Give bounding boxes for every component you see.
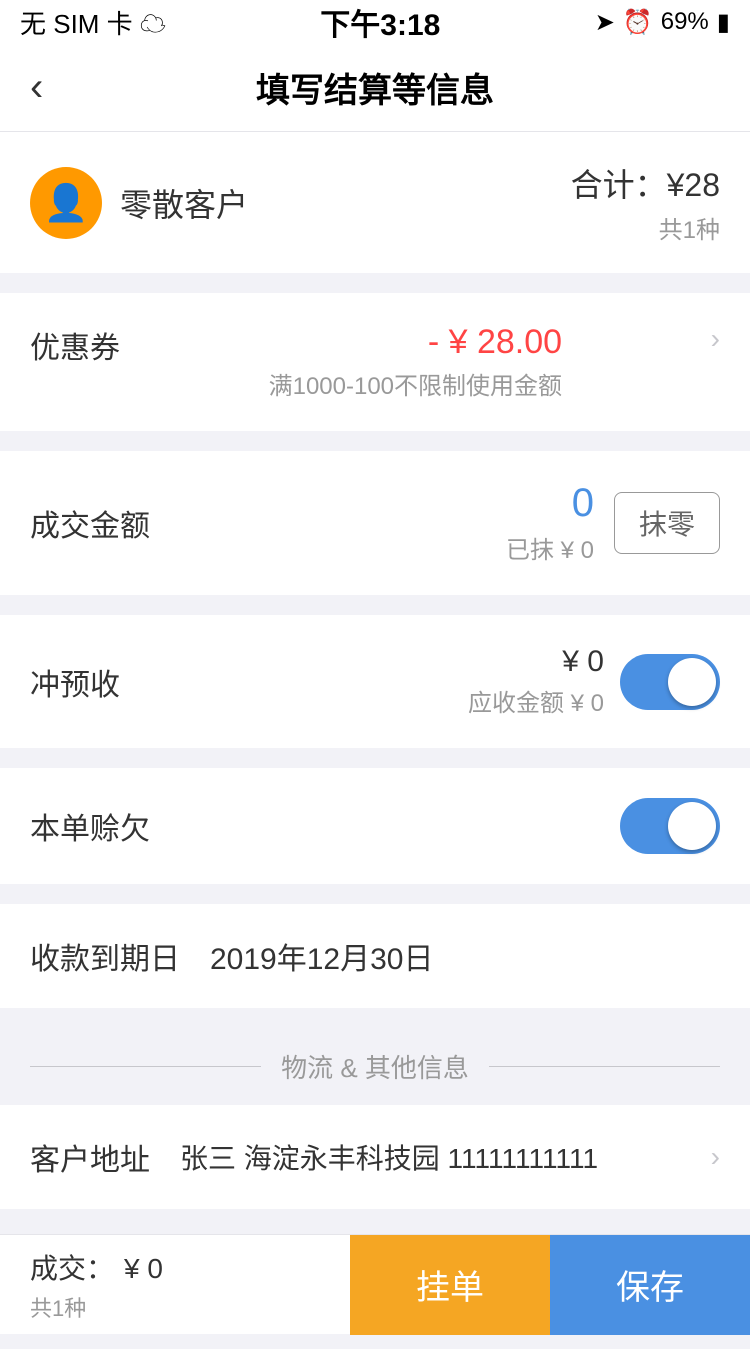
amount-value: 0	[506, 481, 594, 526]
credit-toggle[interactable]	[620, 798, 720, 854]
customer-right: 合计：¥28 共1种	[571, 160, 720, 245]
main-content: 👤 零散客户 合计：¥28 共1种 优惠券 - ¥ 28.00 满1000-10…	[0, 132, 750, 1349]
coupon-subtext: 满1000-100不限制使用金额	[269, 366, 562, 401]
logistics-divider: 物流 & 其他信息	[0, 1028, 750, 1105]
alarm-icon: ⏰	[623, 8, 653, 37]
credit-section: 本单赊欠	[0, 768, 750, 884]
bottom-bar: 成交： ¥ 0 共1种 挂单 保存	[0, 1234, 750, 1334]
total-count: 共1种	[571, 210, 720, 245]
nav-bar: ‹ 填写结算等信息	[0, 44, 750, 132]
customer-section: 👤 零散客户 合计：¥28 共1种	[0, 132, 750, 273]
address-label: 客户地址	[30, 1135, 150, 1179]
coupon-chevron: ›	[711, 323, 720, 355]
bottom-transaction: 成交： ¥ 0	[30, 1247, 320, 1287]
prepay-label: 冲预收	[30, 660, 120, 704]
credit-label: 本单赊欠	[30, 804, 150, 848]
prepay-value-block: ¥ 0 应收金额 ¥ 0	[468, 645, 604, 718]
logistics-label: 物流 & 其他信息	[281, 1048, 469, 1085]
credit-toggle-knob	[668, 802, 716, 850]
status-bar: 无 SIM 卡 ☁ 下午3:18 ➤ ⏰ 69% ▮	[0, 0, 750, 44]
bottom-transaction-value: ¥ 0	[124, 1253, 163, 1285]
battery-icon: ▮	[717, 8, 730, 37]
prepay-right: ¥ 0 应收金额 ¥ 0	[468, 645, 720, 718]
round-off-button[interactable]: 抹零	[614, 492, 720, 554]
page-title: 填写结算等信息	[256, 63, 494, 112]
coupon-row: 优惠券 - ¥ 28.00 满1000-100不限制使用金额 ›	[30, 323, 720, 401]
address-value: 张三 海淀永丰科技园 11111111111	[180, 1137, 598, 1177]
amount-label: 成交金额	[30, 501, 150, 545]
customer-name: 零散客户	[120, 180, 248, 226]
status-right: ➤ ⏰ 69% ▮	[595, 8, 730, 37]
duedate-row: 收款到期日 2019年12月30日	[30, 934, 720, 978]
sim-status: 无 SIM 卡 ☁	[20, 4, 166, 41]
location-icon: ➤	[595, 8, 615, 37]
back-button[interactable]: ‹	[30, 65, 90, 110]
amount-value-block: 0 已抹 ¥ 0	[506, 481, 594, 565]
bottom-left: 成交： ¥ 0 共1种	[0, 1247, 350, 1323]
bottom-count: 共1种	[30, 1291, 320, 1323]
amount-subtext: 已抹 ¥ 0	[506, 530, 594, 565]
status-left: 无 SIM 卡 ☁	[20, 4, 166, 41]
prepay-toggle[interactable]	[620, 654, 720, 710]
duedate-label: 收款到期日	[30, 934, 180, 978]
prepay-subtext: 应收金额 ¥ 0	[468, 683, 604, 718]
coupon-value: - ¥ 28.00	[269, 323, 562, 362]
divider-line-left	[30, 1066, 261, 1067]
credit-row: 本单赊欠	[30, 798, 720, 854]
bottom-transaction-label: 成交：	[30, 1247, 114, 1287]
hold-button[interactable]: 挂单	[350, 1235, 550, 1335]
prepay-section: 冲预收 ¥ 0 应收金额 ¥ 0	[0, 615, 750, 748]
coupon-label: 优惠券	[30, 323, 120, 367]
amount-right: 0 已抹 ¥ 0 抹零	[506, 481, 720, 565]
toggle-knob	[668, 658, 716, 706]
battery-label: 69%	[661, 8, 709, 36]
address-left: 客户地址 张三 海淀永丰科技园 11111111111	[30, 1135, 598, 1179]
status-time: 下午3:18	[320, 0, 440, 44]
duedate-value: 2019年12月30日	[210, 934, 433, 978]
duedate-section: 收款到期日 2019年12月30日	[0, 904, 750, 1008]
avatar-icon: 👤	[44, 182, 89, 224]
amount-section: 成交金额 0 已抹 ¥ 0 抹零	[0, 451, 750, 595]
address-chevron: ›	[711, 1141, 720, 1173]
prepay-row: 冲预收 ¥ 0 应收金额 ¥ 0	[30, 645, 720, 748]
coupon-right: - ¥ 28.00 满1000-100不限制使用金额	[269, 323, 562, 401]
customer-left: 👤 零散客户	[30, 167, 248, 239]
prepay-value: ¥ 0	[468, 645, 604, 679]
address-section[interactable]: 客户地址 张三 海淀永丰科技园 11111111111 ›	[0, 1105, 750, 1209]
address-row: 客户地址 张三 海淀永丰科技园 11111111111 ›	[30, 1135, 720, 1179]
coupon-section[interactable]: 优惠券 - ¥ 28.00 满1000-100不限制使用金额 ›	[0, 293, 750, 431]
amount-row: 成交金额 0 已抹 ¥ 0 抹零	[30, 481, 720, 565]
avatar: 👤	[30, 167, 102, 239]
save-button[interactable]: 保存	[550, 1235, 750, 1335]
divider-line-right	[489, 1066, 720, 1067]
total-amount: 合计：¥28	[571, 160, 720, 206]
